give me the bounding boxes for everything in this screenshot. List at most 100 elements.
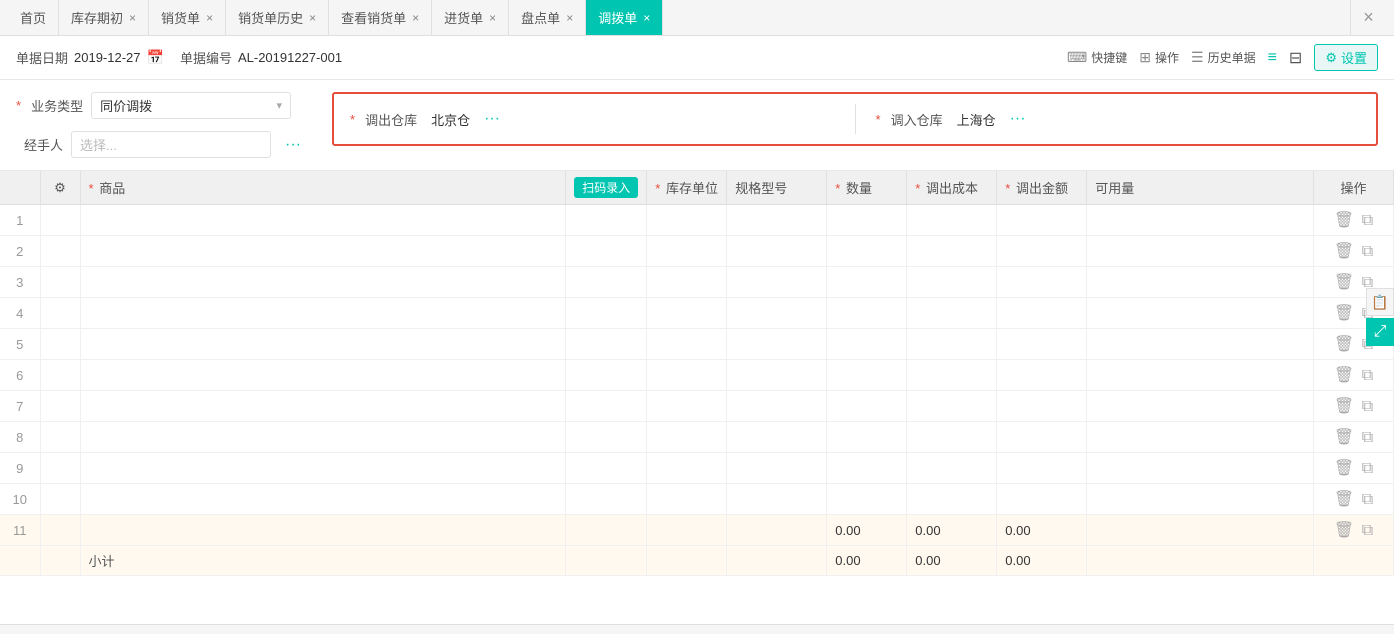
doc-date-value: 2019-12-27 — [74, 50, 141, 65]
transfer-out-value: 北京仓 — [431, 110, 470, 129]
col-header-spec: 规格型号 — [727, 171, 827, 205]
handler-more-icon[interactable]: ··· — [285, 136, 301, 154]
tab-close-view-sales[interactable]: × — [412, 11, 419, 25]
col-header-amount: 调出金额 — [997, 171, 1087, 205]
biz-type-label: 业务类型 — [31, 96, 83, 115]
handler-label: 经手人 — [24, 135, 63, 154]
delete-row-icon[interactable]: 🗑 — [1334, 522, 1354, 539]
doc-no-label: 单据编号 — [180, 48, 232, 67]
tab-close-purchase-order[interactable]: × — [489, 11, 496, 25]
copy-row-icon[interactable]: ⧉ — [1362, 398, 1373, 415]
calendar-icon[interactable]: 📅 — [147, 49, 164, 66]
close-window-button[interactable]: × — [1350, 0, 1386, 36]
subtotal-label: 小计 — [80, 546, 566, 576]
tab-inventory-init[interactable]: 库存期初 × — [59, 0, 149, 35]
tab-home[interactable]: 首页 — [8, 0, 59, 35]
copy-row-icon[interactable]: ⧉ — [1362, 429, 1373, 446]
table-row: 9 🗑 ⧉ — [0, 453, 1394, 484]
doc-date-label: 单据日期 — [16, 48, 68, 67]
copy-row-icon[interactable]: ⧉ — [1362, 367, 1373, 384]
copy-row-icon[interactable]: ⧉ — [1362, 491, 1373, 508]
grid-view-icon: ⊟ — [1289, 48, 1302, 68]
col-header-cost: 调出成本 — [907, 171, 997, 205]
tab-view-sales[interactable]: 查看销货单 × — [329, 0, 432, 35]
tab-close-sales-order[interactable]: × — [206, 11, 213, 25]
right-float-expand-icon: ⤢ — [1374, 323, 1387, 341]
delete-row-icon[interactable]: 🗑 — [1334, 336, 1354, 353]
col-header-gear[interactable]: ⚙ — [40, 171, 80, 205]
shortcut-icon: ⌨ — [1067, 49, 1087, 66]
list-view-icon: ≡ — [1268, 49, 1277, 67]
tab-close-transfer-order[interactable]: × — [643, 11, 650, 25]
table-container: ⚙ 商品 扫码录入 库存单位 规格型号 数量 — [0, 171, 1394, 624]
subtotal-qty: 0.00 — [827, 546, 907, 576]
biz-type-field: * 业务类型 同价调拨 ▾ — [16, 92, 316, 119]
right-float-panel: 📋 ⤢ — [1366, 288, 1394, 346]
copy-row-icon[interactable]: ⧉ — [1362, 212, 1373, 229]
tab-purchase-order[interactable]: 进货单 × — [432, 0, 509, 35]
list-view-button[interactable]: ≡ — [1268, 49, 1277, 67]
table-row: 10 🗑 ⧉ — [0, 484, 1394, 515]
tab-sales-history[interactable]: 销货单历史 × — [226, 0, 329, 35]
doc-date-group: 单据日期 2019-12-27 📅 — [16, 48, 164, 67]
warehouse-form: * 调出仓库 北京仓 ··· * 调入仓库 上海仓 ··· — [332, 92, 1378, 146]
delete-row-icon[interactable]: 🗑 — [1334, 274, 1354, 291]
transfer-in-label: 调入仓库 — [891, 110, 943, 129]
handler-field: 经手人 选择... ··· — [16, 131, 316, 158]
scan-entry-button[interactable]: 扫码录入 — [574, 177, 638, 198]
copy-row-icon[interactable]: ⧉ — [1362, 522, 1373, 539]
main-content: 单据日期 2019-12-27 📅 单据编号 AL-20191227-001 ⌨… — [0, 36, 1394, 634]
transfer-out-more-icon[interactable]: ··· — [484, 110, 500, 128]
tab-close-inventory-check[interactable]: × — [566, 11, 573, 25]
tab-sales-order[interactable]: 销货单 × — [149, 0, 226, 35]
toolbar: 单据日期 2019-12-27 📅 单据编号 AL-20191227-001 ⌨… — [0, 36, 1394, 80]
delete-row-icon[interactable]: 🗑 — [1334, 460, 1354, 477]
col-header-ops: 操作 — [1314, 171, 1394, 205]
copy-row-icon[interactable]: ⧉ — [1362, 460, 1373, 477]
delete-row-icon[interactable]: 🗑 — [1334, 429, 1354, 446]
subtotal-amount: 0.00 — [997, 546, 1087, 576]
right-float-doc-button[interactable]: 📋 — [1366, 288, 1394, 316]
doc-no-group: 单据编号 AL-20191227-001 — [180, 48, 342, 67]
handler-select[interactable]: 选择... — [71, 131, 271, 158]
delete-row-icon[interactable]: 🗑 — [1334, 212, 1354, 229]
bottom-scrollbar[interactable] — [0, 624, 1394, 634]
table-row: 4 🗑 ⧉ — [0, 298, 1394, 329]
operation-button[interactable]: ⊞ 操作 — [1139, 49, 1179, 66]
tab-inventory-check[interactable]: 盘点单 × — [509, 0, 586, 35]
delete-row-icon[interactable]: 🗑 — [1334, 305, 1354, 322]
col-header-unit: 库存单位 — [647, 171, 727, 205]
biz-type-select[interactable]: 同价调拨 ▾ — [91, 92, 291, 119]
settings-button[interactable]: ⚙ 设置 — [1314, 44, 1378, 71]
tab-transfer-order[interactable]: 调拨单 × — [586, 0, 663, 35]
grid-view-button[interactable]: ⊟ — [1289, 48, 1302, 68]
col-header-avail: 可用量 — [1087, 171, 1314, 205]
column-settings-icon[interactable]: ⚙ — [54, 180, 66, 195]
delete-row-icon[interactable]: 🗑 — [1334, 398, 1354, 415]
doc-no-value: AL-20191227-001 — [238, 50, 342, 65]
row-num: 1 — [0, 205, 40, 236]
transfer-in-more-icon[interactable]: ··· — [1010, 110, 1026, 128]
shortcut-button[interactable]: ⌨ 快捷键 — [1067, 49, 1127, 66]
tab-close-inventory-init[interactable]: × — [129, 11, 136, 25]
history-button[interactable]: ☰ 历史单据 — [1191, 49, 1256, 66]
items-table: ⚙ 商品 扫码录入 库存单位 规格型号 数量 — [0, 171, 1394, 576]
table-row: 6 🗑 ⧉ — [0, 360, 1394, 391]
col-header-scan: 扫码录入 — [566, 171, 647, 205]
biz-type-required-star: * — [16, 98, 21, 113]
tab-bar: 首页 库存期初 × 销货单 × 销货单历史 × 查看销货单 × 进货单 × 盘点… — [0, 0, 1394, 36]
delete-row-icon[interactable]: 🗑 — [1334, 243, 1354, 260]
copy-row-icon[interactable]: ⧉ — [1362, 243, 1373, 260]
subtotal-label-row: 小计 0.00 0.00 0.00 — [0, 546, 1394, 576]
tab-close-sales-history[interactable]: × — [309, 11, 316, 25]
table-row: 3 🗑 ⧉ — [0, 267, 1394, 298]
transfer-in-value: 上海仓 — [957, 110, 996, 129]
form-left: * 业务类型 同价调拨 ▾ 经手人 选择... ··· — [16, 92, 316, 158]
operation-icon: ⊞ — [1139, 49, 1151, 66]
right-float-expand-button[interactable]: ⤢ — [1366, 318, 1394, 346]
toolbar-right: ⌨ 快捷键 ⊞ 操作 ☰ 历史单据 ≡ ⊟ ⚙ 设置 — [1067, 44, 1378, 71]
transfer-out-required: * — [350, 112, 355, 127]
delete-row-icon[interactable]: 🗑 — [1334, 367, 1354, 384]
transfer-out-field: * 调出仓库 北京仓 ··· — [350, 110, 835, 129]
delete-row-icon[interactable]: 🗑 — [1334, 491, 1354, 508]
